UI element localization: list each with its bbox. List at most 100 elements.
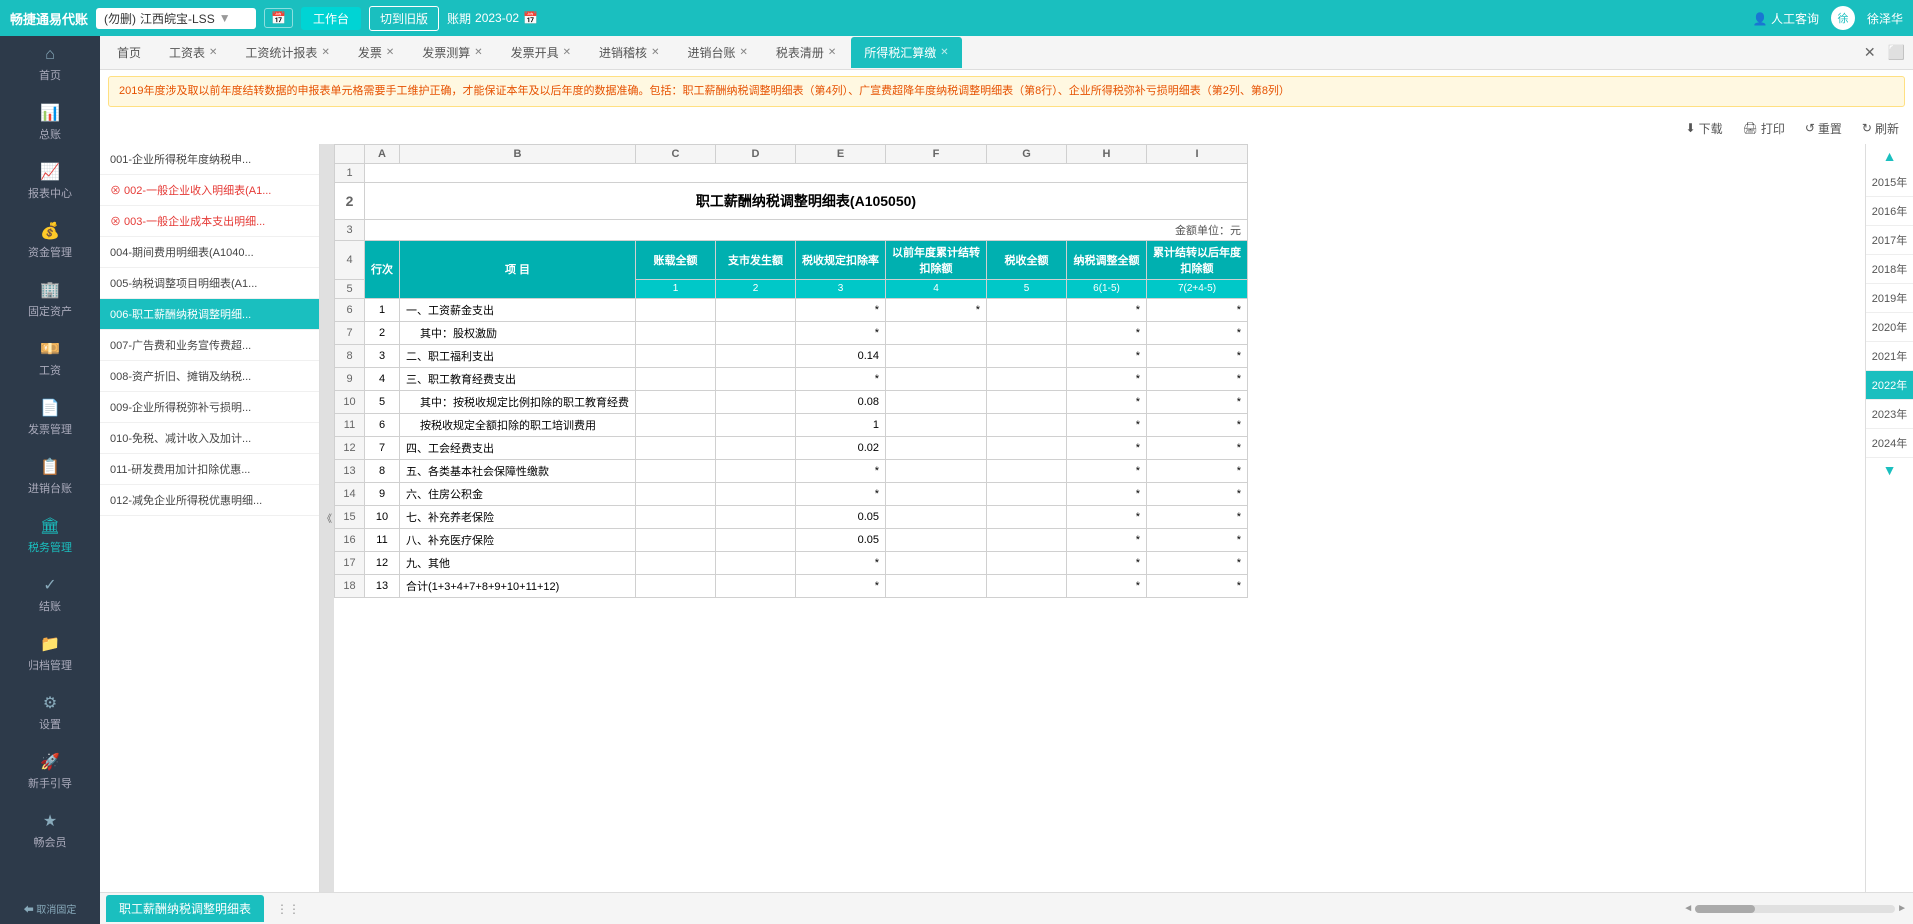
- list-item-007[interactable]: 007-广告费和业务宣传费超...: [100, 330, 319, 361]
- cell-c-1[interactable]: [636, 298, 716, 321]
- year-nav-down[interactable]: ▼: [1879, 458, 1901, 482]
- cell-e-1[interactable]: *: [796, 298, 886, 321]
- tab-purchase-verify[interactable]: 进销稽核 ✕: [586, 37, 672, 68]
- cell-i-4[interactable]: *: [1147, 367, 1248, 390]
- year-2019[interactable]: 2019年: [1866, 284, 1913, 313]
- tab-income-tax[interactable]: 所得税汇算缴 ✕: [851, 37, 961, 68]
- cell-g-9[interactable]: [987, 482, 1067, 505]
- support-link[interactable]: 👤 人工客询: [1753, 10, 1819, 27]
- cell-c-3[interactable]: [636, 344, 716, 367]
- cell-g-4[interactable]: [987, 367, 1067, 390]
- cell-d-10[interactable]: [716, 505, 796, 528]
- tab-payroll-stat[interactable]: 工资统计报表 ✕: [232, 37, 342, 68]
- year-2017[interactable]: 2017年: [1866, 226, 1913, 255]
- list-item-005[interactable]: 005-纳税调整项目明细表(A1...: [100, 268, 319, 299]
- cell-g-5[interactable]: [987, 390, 1067, 413]
- year-2015[interactable]: 2015年: [1866, 168, 1913, 197]
- tab-close-payroll-stat[interactable]: ✕: [321, 47, 329, 58]
- download-button[interactable]: ⬇ 下载: [1680, 117, 1729, 140]
- list-item-010[interactable]: 010-免税、减计收入及加计...: [100, 423, 319, 454]
- cell-d-3[interactable]: [716, 344, 796, 367]
- cell-c-9[interactable]: [636, 482, 716, 505]
- year-2016[interactable]: 2016年: [1866, 197, 1913, 226]
- list-item-001[interactable]: 001-企业所得税年度纳税申...: [100, 144, 319, 175]
- sidebar-item-tax-mgmt[interactable]: 🏛 税务管理: [0, 506, 100, 565]
- list-item-011[interactable]: 011-研发费用加计扣除优惠...: [100, 454, 319, 485]
- tab-close-all-btn[interactable]: ✕: [1860, 42, 1880, 63]
- cell-h-8[interactable]: *: [1067, 459, 1147, 482]
- cell-e-4[interactable]: *: [796, 367, 886, 390]
- cell-i-10[interactable]: *: [1147, 505, 1248, 528]
- cell-e-7[interactable]: 0.02: [796, 436, 886, 459]
- cell-e-13[interactable]: *: [796, 574, 886, 597]
- year-2023[interactable]: 2023年: [1866, 400, 1913, 429]
- cell-c-8[interactable]: [636, 459, 716, 482]
- cell-h-9[interactable]: *: [1067, 482, 1147, 505]
- cell-e-8[interactable]: *: [796, 459, 886, 482]
- cancel-fixed-btn[interactable]: ⬅ 取消固定: [0, 893, 100, 924]
- cell-h-11[interactable]: *: [1067, 528, 1147, 551]
- cell-g-10[interactable]: [987, 505, 1067, 528]
- list-item-008[interactable]: 008-资产折旧、摊销及纳税...: [100, 361, 319, 392]
- cell-g-2[interactable]: [987, 321, 1067, 344]
- sidebar-item-invoice-mgmt[interactable]: 📄 发票管理: [0, 388, 100, 447]
- cell-c-7[interactable]: [636, 436, 716, 459]
- sidebar-item-fixed-assets[interactable]: 🏢 固定资产: [0, 270, 100, 329]
- cell-g-13[interactable]: [987, 574, 1067, 597]
- tab-home[interactable]: 首页: [104, 37, 154, 68]
- year-2020[interactable]: 2020年: [1866, 313, 1913, 342]
- cell-i-8[interactable]: *: [1147, 459, 1248, 482]
- cell-d-5[interactable]: [716, 390, 796, 413]
- sidebar-item-vip[interactable]: ★ 畅会员: [0, 801, 100, 860]
- cell-i-5[interactable]: *: [1147, 390, 1248, 413]
- list-item-003[interactable]: ⊗ 003-一般企业成本支出明细...: [100, 206, 319, 237]
- cell-d-1[interactable]: [716, 298, 796, 321]
- tab-close-income-tax[interactable]: ✕: [940, 47, 948, 58]
- cell-c-5[interactable]: [636, 390, 716, 413]
- cell-i-3[interactable]: *: [1147, 344, 1248, 367]
- workspace-button[interactable]: 工作台: [301, 7, 361, 30]
- cell-c-11[interactable]: [636, 528, 716, 551]
- company-selector[interactable]: (勿删) 江西皖宝-LSS ▼: [96, 8, 256, 29]
- cell-g-11[interactable]: [987, 528, 1067, 551]
- cell-g-12[interactable]: [987, 551, 1067, 574]
- cell-f-13[interactable]: [886, 574, 987, 597]
- spreadsheet-wrapper[interactable]: A B C D E F G H I: [334, 144, 1865, 893]
- cell-e-10[interactable]: 0.05: [796, 505, 886, 528]
- cell-e-5[interactable]: 0.08: [796, 390, 886, 413]
- cell-f-5[interactable]: [886, 390, 987, 413]
- cell-i-9[interactable]: *: [1147, 482, 1248, 505]
- list-item-004[interactable]: 004-期间费用明细表(A1040...: [100, 237, 319, 268]
- cell-c-2[interactable]: [636, 321, 716, 344]
- cell-f-4[interactable]: [886, 367, 987, 390]
- cell-c-4[interactable]: [636, 367, 716, 390]
- sidebar-item-settings[interactable]: ⚙ 设置: [0, 683, 100, 742]
- cell-i-2[interactable]: *: [1147, 321, 1248, 344]
- year-2018[interactable]: 2018年: [1866, 255, 1913, 284]
- list-item-002[interactable]: ⊗ 002-一般企业收入明细表(A1...: [100, 175, 319, 206]
- cell-d-11[interactable]: [716, 528, 796, 551]
- switch-old-button[interactable]: 切到旧版: [369, 6, 439, 31]
- sidebar-item-asset-mgmt[interactable]: 💰 资金管理: [0, 211, 100, 270]
- list-item-012[interactable]: 012-减免企业所得税优惠明细...: [100, 485, 319, 516]
- reset-button[interactable]: ↺ 重置: [1799, 117, 1848, 140]
- cell-i-7[interactable]: *: [1147, 436, 1248, 459]
- cell-c-12[interactable]: [636, 551, 716, 574]
- year-nav-up[interactable]: ▲: [1879, 144, 1901, 168]
- tab-close-invoice-open[interactable]: ✕: [563, 47, 571, 58]
- cell-h-7[interactable]: *: [1067, 436, 1147, 459]
- cell-d-13[interactable]: [716, 574, 796, 597]
- cell-f-3[interactable]: [886, 344, 987, 367]
- cell-h-4[interactable]: *: [1067, 367, 1147, 390]
- sidebar-item-sales-ledger[interactable]: 📋 进销台账: [0, 447, 100, 506]
- cell-i-13[interactable]: *: [1147, 574, 1248, 597]
- cell-c-13[interactable]: [636, 574, 716, 597]
- tab-close-invoice[interactable]: ✕: [386, 47, 394, 58]
- year-2024[interactable]: 2024年: [1866, 429, 1913, 458]
- cell-e-11[interactable]: 0.05: [796, 528, 886, 551]
- tab-close-payroll[interactable]: ✕: [209, 47, 217, 58]
- tab-payroll[interactable]: 工资表 ✕: [156, 37, 230, 68]
- cell-g-6[interactable]: [987, 413, 1067, 436]
- tab-close-invoice-calc[interactable]: ✕: [474, 47, 482, 58]
- cell-c-10[interactable]: [636, 505, 716, 528]
